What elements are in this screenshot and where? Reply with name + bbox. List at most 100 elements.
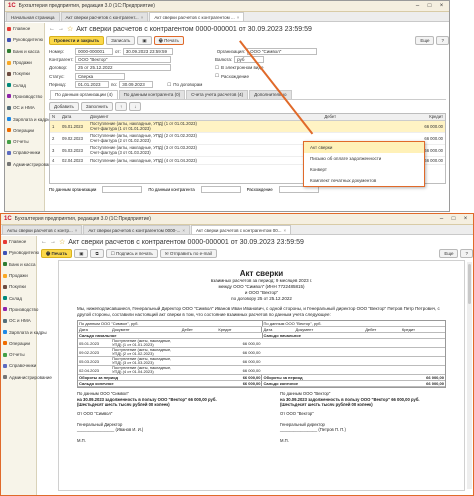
sidebar-item[interactable]: Производство bbox=[1, 304, 38, 315]
sidebar-item[interactable]: Руководителю bbox=[1, 247, 39, 258]
tab-act-print[interactable]: Акт сверки расчетов с контрагентом 00...… bbox=[191, 225, 292, 234]
favorite-star-icon[interactable]: ☆ bbox=[67, 25, 73, 33]
invoice-line[interactable]: Счет-фактура (2 от 01.02.2023) bbox=[90, 138, 246, 143]
close-icon[interactable]: × bbox=[182, 228, 185, 233]
close-icon[interactable]: × bbox=[237, 15, 240, 20]
tab-act[interactable]: Акт сверки расчетов с контрагентом 0000-… bbox=[83, 225, 191, 234]
close-icon[interactable]: × bbox=[283, 228, 286, 233]
close-icon[interactable]: × bbox=[75, 228, 78, 233]
closing-label-right: Сальдо конечное bbox=[261, 381, 400, 386]
number-field[interactable]: 0000-000001 bbox=[75, 47, 113, 55]
electronic-checkbox[interactable]: ☐ bbox=[215, 65, 219, 71]
minimize-icon[interactable]: – bbox=[413, 3, 422, 9]
organization-field[interactable]: ООО "Символ" bbox=[247, 47, 318, 55]
sign-stamp-checkbox[interactable]: ☐ Подпись и печать bbox=[105, 249, 158, 258]
sidebar-item-label: Руководителю bbox=[13, 37, 44, 43]
sidebar-item[interactable]: ОС и НМА bbox=[5, 102, 44, 113]
table-row[interactable]: 1 05.01.2023 Поступление (акты, накладные,… bbox=[50, 120, 445, 133]
sidebar-item[interactable]: ОС и НМА bbox=[1, 315, 36, 326]
section-icon bbox=[3, 250, 7, 255]
vertical-scrollbar[interactable] bbox=[467, 262, 472, 489]
print-label: Печать bbox=[164, 38, 179, 43]
menu-item-payment-letter[interactable]: Письмо об оплате задолженности bbox=[304, 153, 424, 164]
menu-item-envelope[interactable]: Конверт bbox=[304, 164, 424, 175]
invoice-line[interactable]: Счет-фактура (1 от 01.01.2023) bbox=[90, 126, 246, 131]
send-email-button[interactable]: ✉ Отправить по e-mail bbox=[159, 249, 217, 258]
sidebar-item[interactable]: Операции bbox=[1, 338, 36, 349]
contract-field[interactable]: 25 от 25.12.2022 bbox=[75, 64, 171, 72]
sidebar-item[interactable]: Продажи bbox=[1, 270, 36, 281]
tab-acts-list[interactable]: Акт сверки расчетов с контрагент... × bbox=[60, 12, 149, 21]
sidebar-item[interactable]: Главное bbox=[5, 23, 44, 34]
close-icon[interactable]: × bbox=[437, 3, 446, 9]
copies-icon[interactable]: ⧉ bbox=[90, 249, 104, 258]
sidebar-item[interactable]: Главное bbox=[1, 236, 36, 247]
sidebar-item[interactable]: Производство bbox=[5, 91, 44, 102]
sidebar-item[interactable]: Отчеты bbox=[5, 136, 44, 147]
minimize-icon[interactable]: – bbox=[437, 216, 446, 222]
cell-n: 1 bbox=[52, 123, 55, 129]
menu-item-print-set[interactable]: Комплект печатных документов bbox=[304, 175, 424, 186]
sidebar-item[interactable]: Операции bbox=[5, 125, 44, 136]
date-field[interactable]: 30.09.2023 23:59:59 bbox=[122, 47, 173, 55]
fill-button[interactable]: Заполнить bbox=[80, 101, 113, 111]
back-icon[interactable]: ← bbox=[41, 239, 47, 245]
sidebar-item[interactable]: Склад bbox=[1, 292, 36, 303]
close-icon[interactable]: × bbox=[461, 216, 470, 222]
agreed-checkbox[interactable]: ☐ bbox=[215, 73, 219, 79]
sidebar-item[interactable]: Покупки bbox=[1, 281, 36, 292]
subtab-accounts[interactable]: Счета учета расчетов (4) bbox=[186, 89, 249, 99]
status-field[interactable]: Сверка bbox=[75, 72, 125, 80]
contractor-field[interactable]: ООО "Вектор" bbox=[75, 56, 171, 64]
sidebar-item[interactable]: Зарплата и кадры bbox=[1, 326, 47, 337]
print-button[interactable]: 🖶 Печать bbox=[153, 36, 184, 45]
save-icon[interactable]: ▣ bbox=[74, 249, 89, 258]
favorite-star-icon[interactable]: ☆ bbox=[59, 238, 65, 246]
post-and-close-button[interactable]: Провести и закрыть bbox=[49, 36, 105, 45]
sidebar-item[interactable]: Зарплата и кадры bbox=[5, 113, 51, 124]
sidebar-item[interactable]: Продажи bbox=[5, 57, 44, 68]
save-button[interactable]: Записать bbox=[106, 36, 136, 45]
sidebar-item[interactable]: Справочники bbox=[1, 360, 36, 371]
subtab-org[interactable]: По данным организации (4) bbox=[50, 89, 118, 99]
tab-acts-list[interactable]: Акты сверки расчетов с контр... × bbox=[2, 225, 83, 234]
maximize-icon[interactable]: □ bbox=[449, 216, 458, 222]
section-icon bbox=[3, 239, 7, 244]
doc-line[interactable]: Поступление (акты, накладные, УПД) (4 от… bbox=[90, 158, 246, 163]
help-button[interactable]: ? bbox=[436, 36, 449, 45]
more-button[interactable]: Еще bbox=[439, 249, 459, 258]
forward-icon[interactable]: → bbox=[50, 239, 56, 245]
sidebar-item[interactable]: Банк и касса bbox=[1, 259, 36, 270]
sidebar-item[interactable]: Администрирование bbox=[5, 159, 56, 170]
back-icon[interactable]: ← bbox=[49, 26, 55, 32]
help-button[interactable]: ? bbox=[460, 249, 473, 258]
currency-field[interactable]: руб bbox=[234, 56, 265, 64]
total-contractor-field bbox=[200, 185, 241, 193]
invoice-line[interactable]: Счет-фактура (3 от 01.03.2023) bbox=[90, 150, 246, 155]
tab-home[interactable]: Начальная страница bbox=[6, 12, 60, 21]
post-button[interactable]: ▣ bbox=[137, 36, 152, 45]
tab-act[interactable]: Акт сверки расчетов с контрагентом ... × bbox=[149, 12, 245, 21]
sidebar-item[interactable]: Администрирование bbox=[1, 372, 52, 383]
menu-item-act[interactable]: Акт сверки bbox=[304, 142, 424, 153]
sidebar-item[interactable]: Склад bbox=[5, 79, 44, 90]
table-col-header: Кредит bbox=[401, 327, 415, 332]
period-to-field[interactable]: 30.09.2023 bbox=[119, 81, 154, 89]
print-button[interactable]: 🖶 Печать bbox=[41, 249, 73, 258]
move-up-icon[interactable]: ↑ bbox=[114, 101, 128, 111]
sidebar-item[interactable]: Покупки bbox=[5, 68, 44, 79]
move-down-icon[interactable]: ↓ bbox=[129, 101, 142, 111]
sidebar-item[interactable]: Руководителю bbox=[5, 34, 44, 45]
sidebar-item[interactable]: Отчеты bbox=[1, 349, 36, 360]
forward-icon[interactable]: → bbox=[58, 26, 64, 32]
add-button[interactable]: Добавить bbox=[49, 101, 79, 111]
sidebar-item[interactable]: Справочники bbox=[5, 147, 44, 158]
close-icon[interactable]: × bbox=[141, 15, 144, 20]
by-contracts-checkbox[interactable]: ☐ bbox=[167, 82, 171, 88]
period-from-field[interactable]: 01.01.2023 bbox=[75, 81, 109, 89]
sidebar-item[interactable]: Банк и касса bbox=[5, 46, 44, 57]
subtab-contractor[interactable]: По данным контрагента (0) bbox=[118, 89, 186, 99]
opening-balance-label-right: Сальдо начальное bbox=[261, 333, 446, 338]
more-button[interactable]: Еще bbox=[415, 36, 435, 45]
maximize-icon[interactable]: □ bbox=[425, 3, 434, 9]
